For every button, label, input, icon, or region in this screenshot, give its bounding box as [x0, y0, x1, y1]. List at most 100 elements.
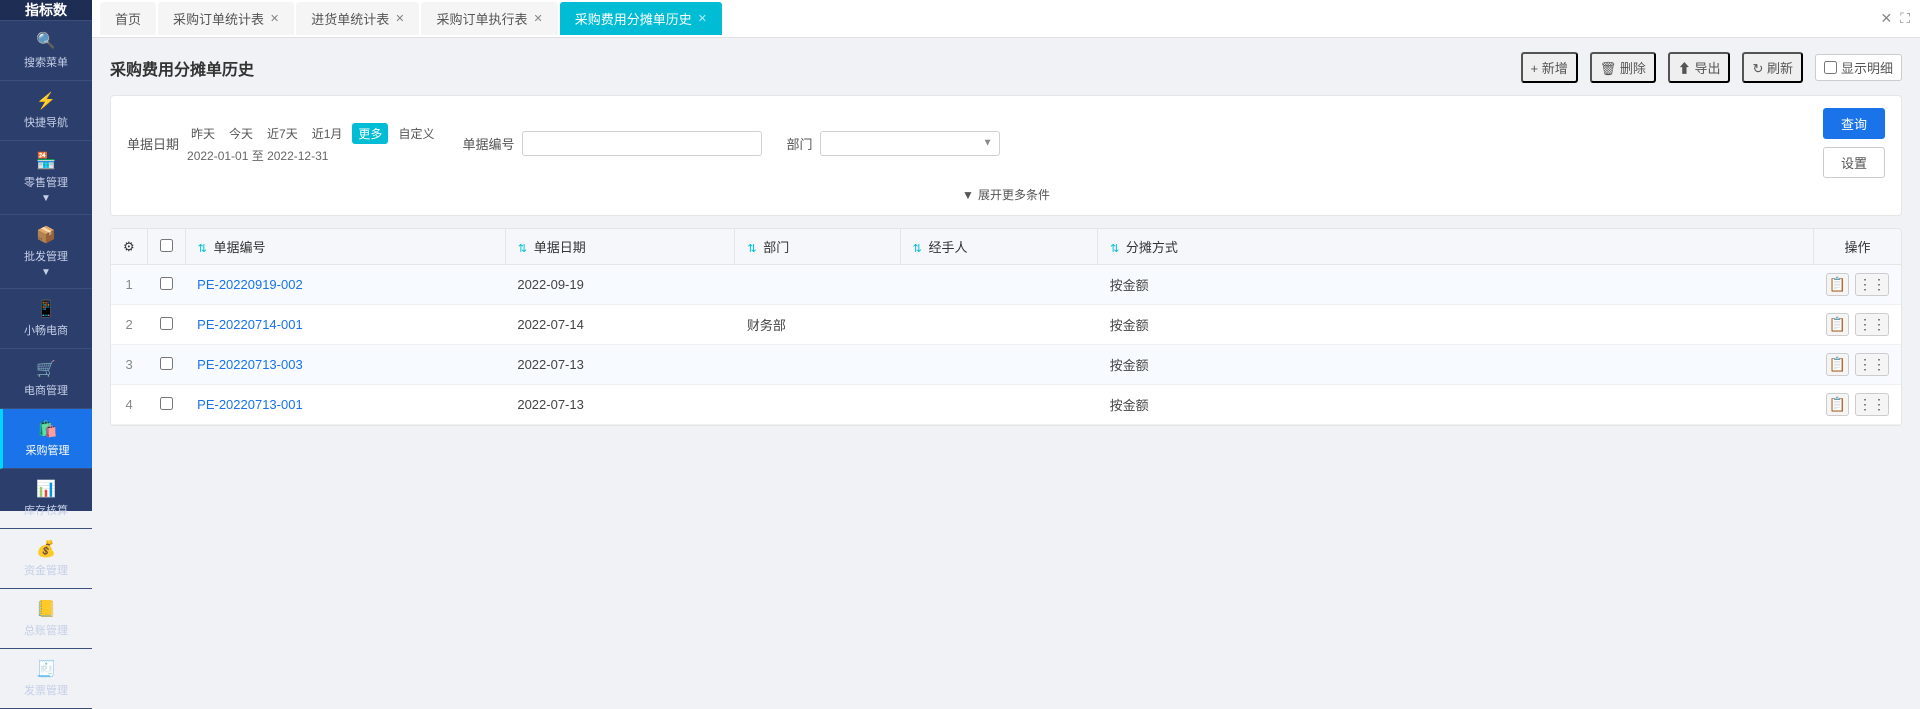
row-doc-no: PE-20220714-001 — [185, 305, 505, 345]
docno-input[interactable] — [522, 131, 762, 156]
main-area: 首页 采购订单统计表 ✕ 进货单统计表 ✕ 采购订单执行表 ✕ 采购费用分摊单历… — [92, 0, 1920, 511]
tab-home[interactable]: 首页 — [100, 2, 156, 35]
maximize-icon[interactable]: ⛶ — [1900, 10, 1910, 27]
shopping-icon: 🛍️ — [38, 419, 58, 439]
refresh-button[interactable]: ↻ 刷新 — [1742, 52, 1803, 83]
shortcut-today[interactable]: 今天 — [225, 123, 257, 144]
query-button[interactable]: 查询 — [1823, 108, 1885, 139]
row-checkbox-cell — [147, 345, 185, 385]
ledger-icon: 📒 — [36, 599, 56, 619]
action-icon-group: 📋 ⋮⋮ — [1826, 353, 1889, 376]
doc-no-link[interactable]: PE-20220713-001 — [197, 397, 303, 412]
row-split-method: 按金额 — [1098, 385, 1814, 425]
show-cols-button[interactable]: 显示明细 — [1815, 54, 1902, 81]
gear-icon[interactable]: ⚙ — [123, 239, 135, 254]
sidebar-item-wholesale[interactable]: 📦 批发管理 ▼ — [0, 215, 92, 289]
filter-row: 单据日期 昨天 今天 近7天 近1月 更多 自定义 2022-01-01 至 2… — [127, 108, 1885, 178]
sidebar-item-label: 资金管理 — [24, 562, 68, 578]
sidebar-item-inventory[interactable]: 📊 库存核算 — [0, 469, 92, 529]
doc-no-link[interactable]: PE-20220713-003 — [197, 357, 303, 372]
close-icon[interactable]: ✕ — [534, 12, 543, 25]
action-icon-group: 📋 ⋮⋮ — [1826, 313, 1889, 336]
shortcut-more[interactable]: 更多 — [352, 123, 388, 144]
sidebar-item-accounting[interactable]: 📒 总账管理 — [0, 589, 92, 649]
doc-no-link[interactable]: PE-20220714-001 — [197, 317, 303, 332]
shortcut-yesterday[interactable]: 昨天 — [187, 123, 219, 144]
add-button[interactable]: + 新增 — [1521, 52, 1578, 83]
delete-button[interactable]: 🗑 删除 — [1590, 52, 1656, 83]
table-row: 1 PE-20220919-002 2022-09-19 按金额 📋 ⋮⋮ — [111, 265, 1901, 305]
expand-button[interactable]: ▼ 展开更多条件 — [962, 186, 1050, 203]
row-checkbox[interactable] — [160, 277, 173, 290]
col-doc-date: ⇅ 单据日期 — [505, 229, 735, 265]
sort-icon: ⇅ — [747, 243, 756, 255]
tab-label: 采购订单执行表 — [436, 9, 527, 28]
row-handler — [900, 265, 1097, 305]
shortcut-1month[interactable]: 近1月 — [308, 123, 347, 144]
row-checkbox[interactable] — [160, 397, 173, 410]
tab-purchase-order-stats[interactable]: 采购订单统计表 ✕ — [158, 2, 294, 35]
more-icon[interactable]: ⋮⋮ — [1855, 273, 1889, 296]
tab-label: 采购费用分摊单历史 — [575, 9, 692, 28]
more-icon[interactable]: ⋮⋮ — [1855, 353, 1889, 376]
page-title: 采购费用分摊单历史 — [110, 56, 254, 80]
table-row: 3 PE-20220713-003 2022-07-13 按金额 📋 ⋮⋮ — [111, 345, 1901, 385]
sort-icon: ⇅ — [913, 243, 922, 255]
shortcut-7days[interactable]: 近7天 — [263, 123, 302, 144]
sidebar-item-label: 发票管理 — [24, 682, 68, 698]
row-actions: 📋 ⋮⋮ — [1814, 345, 1901, 385]
edit-icon[interactable]: 📋 — [1826, 273, 1849, 296]
row-actions: 📋 ⋮⋮ — [1814, 265, 1901, 305]
sidebar-item-retail[interactable]: 🏪 零售管理 ▼ — [0, 141, 92, 215]
sidebar-item-label: 小畅电商 — [24, 322, 68, 338]
sidebar-item-quicknav[interactable]: ⚡ 快捷导航 — [0, 81, 92, 141]
col-checkbox — [147, 229, 185, 265]
more-icon[interactable]: ⋮⋮ — [1855, 313, 1889, 336]
col-dept: ⇅ 部门 — [735, 229, 900, 265]
edit-icon[interactable]: 📋 — [1826, 313, 1849, 336]
close-icon[interactable]: ✕ — [270, 12, 279, 25]
sidebar-item-purchase[interactable]: 🛍️ 采购管理 — [0, 409, 92, 469]
filter-date: 单据日期 昨天 今天 近7天 近1月 更多 自定义 2022-01-01 至 2… — [127, 123, 438, 164]
export-button[interactable]: ⬆ 导出 — [1668, 52, 1731, 83]
tab-label: 采购订单统计表 — [173, 9, 264, 28]
select-all-checkbox[interactable] — [160, 239, 173, 252]
col-action-label: 操作 — [1845, 240, 1871, 255]
row-checkbox[interactable] — [160, 317, 173, 330]
more-icon[interactable]: ⋮⋮ — [1855, 393, 1889, 416]
col-dept-label: 部门 — [763, 240, 789, 255]
settings-button[interactable]: 设置 — [1823, 147, 1885, 178]
store-icon: 🏪 — [36, 151, 56, 171]
dept-select[interactable] — [820, 131, 1000, 156]
sort-icon: ⇅ — [518, 243, 527, 255]
doc-no-link[interactable]: PE-20220919-002 — [197, 277, 303, 292]
row-doc-date: 2022-07-14 — [505, 305, 735, 345]
edit-icon[interactable]: 📋 — [1826, 393, 1849, 416]
sidebar-item-ecommerce[interactable]: 🛒 电商管理 — [0, 349, 92, 409]
row-num: 3 — [111, 345, 147, 385]
dept-select-wrapper — [820, 131, 1000, 156]
receipt-icon: 🧾 — [36, 659, 56, 679]
sidebar-item-label: 库存核算 — [24, 502, 68, 518]
tab-purchase-cost-split[interactable]: 采购费用分摊单历史 ✕ — [560, 2, 722, 35]
tab-incoming-stats[interactable]: 进货单统计表 ✕ — [296, 2, 419, 35]
sidebar-item-invoice[interactable]: 🧾 发票管理 — [0, 649, 92, 709]
row-checkbox[interactable] — [160, 357, 173, 370]
row-dept — [735, 385, 900, 425]
close-icon[interactable]: ✕ — [395, 12, 404, 25]
sidebar-item-finance[interactable]: 💰 资金管理 — [0, 529, 92, 589]
row-doc-date: 2022-09-19 — [505, 265, 735, 305]
sidebar-item-search[interactable]: 🔍 搜索菜单 — [0, 21, 92, 81]
sidebar-item-mobile[interactable]: 📱 小畅电商 — [0, 289, 92, 349]
show-cols-checkbox[interactable] — [1824, 61, 1837, 74]
close-window-icon[interactable]: ✕ — [1880, 10, 1892, 27]
expand-label: 展开更多条件 — [978, 186, 1050, 203]
row-split-method: 按金额 — [1098, 305, 1814, 345]
tab-purchase-order-exec[interactable]: 采购订单执行表 ✕ — [421, 2, 557, 35]
tab-actions: ✕ ⛶ — [1880, 10, 1920, 27]
close-icon[interactable]: ✕ — [698, 12, 707, 25]
edit-icon[interactable]: 📋 — [1826, 353, 1849, 376]
flash-icon: ⚡ — [36, 91, 56, 111]
shortcut-custom[interactable]: 自定义 — [394, 123, 438, 144]
row-doc-date: 2022-07-13 — [505, 345, 735, 385]
